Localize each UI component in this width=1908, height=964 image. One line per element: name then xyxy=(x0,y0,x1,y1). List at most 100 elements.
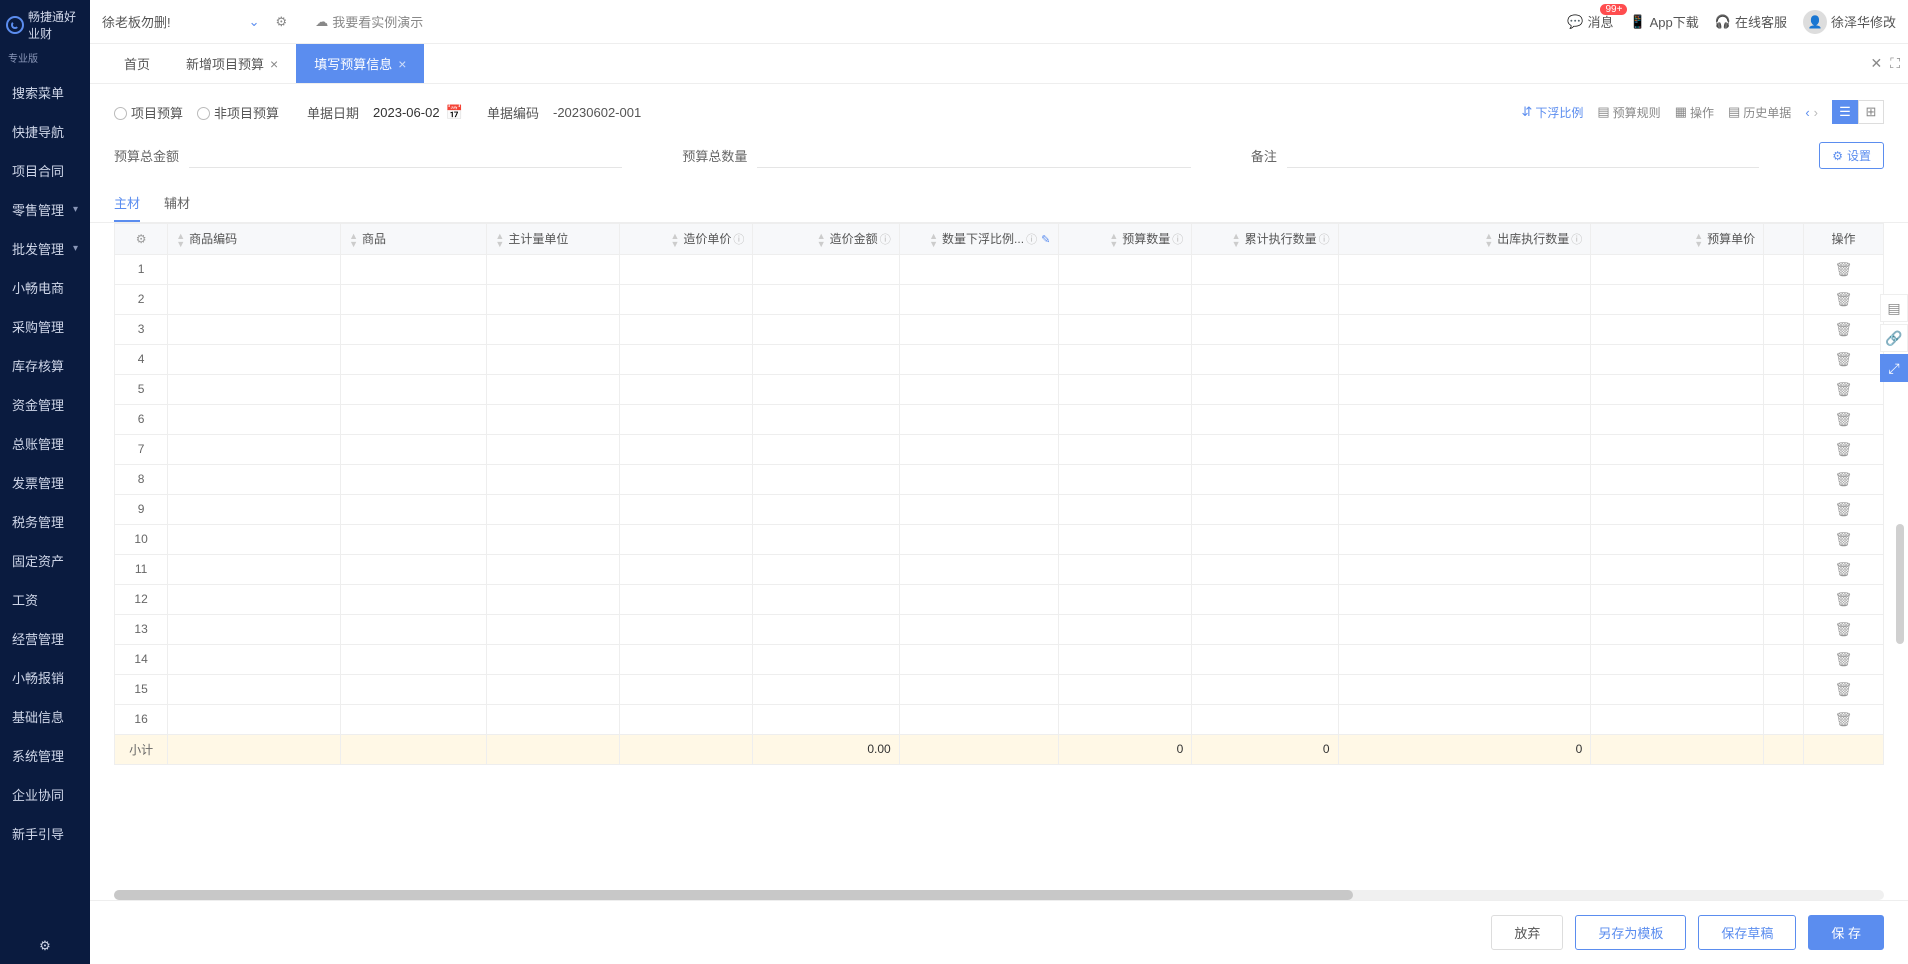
side-tool-expand-icon[interactable]: ⤢ xyxy=(1880,354,1908,382)
app-download-link[interactable]: 📱 App下载 xyxy=(1629,12,1698,31)
horizontal-scrollbar[interactable] xyxy=(114,890,1884,900)
messages-link[interactable]: 💬 消息 99+ xyxy=(1567,12,1613,31)
table-row[interactable]: 11🗑 xyxy=(115,554,1884,584)
sidebar-item-0[interactable]: 搜索菜单 xyxy=(0,73,90,112)
sidebar-item-4[interactable]: 批发管理▾ xyxy=(0,229,90,268)
total-qty-input[interactable] xyxy=(757,144,1190,168)
budget-rule-button[interactable]: ▤预算规则 xyxy=(1597,104,1660,121)
sidebar-item-18[interactable]: 企业协同 xyxy=(0,775,90,814)
column-settings-icon[interactable]: ⚙ xyxy=(115,224,168,255)
operate-button[interactable]: ▦操作 xyxy=(1675,104,1714,121)
sidebar-item-15[interactable]: 小畅报销 xyxy=(0,658,90,697)
prev-page-icon[interactable]: ‹ xyxy=(1805,105,1809,120)
delete-icon[interactable]: 🗑 xyxy=(1835,411,1853,427)
col-product[interactable]: ▲▼商品 xyxy=(341,224,487,255)
table-row[interactable]: 1🗑 xyxy=(115,254,1884,284)
sidebar-item-12[interactable]: 固定资产 xyxy=(0,541,90,580)
col-out_qty[interactable]: ▲▼出库执行数量ⓘ xyxy=(1338,224,1591,255)
col-blank[interactable] xyxy=(1764,224,1804,255)
close-icon[interactable]: × xyxy=(398,56,406,72)
sidebar-item-13[interactable]: 工资 xyxy=(0,580,90,619)
total-amount-input[interactable] xyxy=(189,144,622,168)
view-list-button[interactable]: ☰ xyxy=(1832,100,1858,124)
table-row[interactable]: 3🗑 xyxy=(115,314,1884,344)
delete-icon[interactable]: 🗑 xyxy=(1835,561,1853,577)
vertical-scrollbar[interactable] xyxy=(1896,524,1904,644)
sidebar-item-5[interactable]: 小畅电商 xyxy=(0,268,90,307)
sidebar-item-8[interactable]: 资金管理 xyxy=(0,385,90,424)
side-tool-link-icon[interactable]: 🔗 xyxy=(1880,324,1908,352)
fullscreen-icon[interactable]: ⛶ xyxy=(1890,55,1900,72)
bill-date-picker[interactable]: 2023-06-02 📅 xyxy=(373,104,463,121)
org-selector[interactable]: 徐老板勿删! xyxy=(102,12,171,31)
sidebar-item-10[interactable]: 发票管理 xyxy=(0,463,90,502)
float-ratio-button[interactable]: ⇵下浮比例 xyxy=(1521,104,1583,121)
table-row[interactable]: 8🗑 xyxy=(115,464,1884,494)
save-template-button[interactable]: 另存为模板 xyxy=(1575,915,1686,950)
col-float[interactable]: ▲▼数量下浮比例...ⓘ✎ xyxy=(899,224,1059,255)
sidebar-item-2[interactable]: 项目合同 xyxy=(0,151,90,190)
sidebar-item-17[interactable]: 系统管理 xyxy=(0,736,90,775)
table-row[interactable]: 12🗑 xyxy=(115,584,1884,614)
delete-icon[interactable]: 🗑 xyxy=(1835,441,1853,457)
delete-icon[interactable]: 🗑 xyxy=(1835,351,1853,367)
delete-icon[interactable]: 🗑 xyxy=(1835,681,1853,697)
sidebar-item-9[interactable]: 总账管理 xyxy=(0,424,90,463)
table-row[interactable]: 6🗑 xyxy=(115,404,1884,434)
tab-0[interactable]: 首页 xyxy=(106,44,168,83)
table-row[interactable]: 10🗑 xyxy=(115,524,1884,554)
col-unit[interactable]: ▲▼主计量单位 xyxy=(487,224,620,255)
col-amount[interactable]: ▲▼造价金额ⓘ xyxy=(753,224,899,255)
table-row[interactable]: 14🗑 xyxy=(115,644,1884,674)
settings-button[interactable]: ⚙ 设置 xyxy=(1819,142,1884,169)
sidebar-item-1[interactable]: 快捷导航 xyxy=(0,112,90,151)
user-menu[interactable]: 👤 徐泽华修改 xyxy=(1803,10,1896,34)
sidebar-item-14[interactable]: 经营管理 xyxy=(0,619,90,658)
table-row[interactable]: 4🗑 xyxy=(115,344,1884,374)
tab-1[interactable]: 新增项目预算× xyxy=(168,44,296,83)
table-row[interactable]: 2🗑 xyxy=(115,284,1884,314)
save-draft-button[interactable]: 保存草稿 xyxy=(1698,915,1796,950)
close-all-icon[interactable]: ✕ xyxy=(1870,55,1882,72)
subtab-0[interactable]: 主材 xyxy=(114,185,140,222)
side-tool-note-icon[interactable]: ▤ xyxy=(1880,294,1908,322)
sidebar-item-6[interactable]: 采购管理 xyxy=(0,307,90,346)
sidebar-item-3[interactable]: 零售管理▾ xyxy=(0,190,90,229)
sidebar-item-7[interactable]: 库存核算 xyxy=(0,346,90,385)
delete-icon[interactable]: 🗑 xyxy=(1835,291,1853,307)
delete-icon[interactable]: 🗑 xyxy=(1835,651,1853,667)
radio-project-budget[interactable]: 项目预算 xyxy=(114,103,183,122)
view-card-button[interactable]: ⊞ xyxy=(1858,100,1884,124)
delete-icon[interactable]: 🗑 xyxy=(1835,711,1853,727)
col-code[interactable]: ▲▼商品编码 xyxy=(168,224,341,255)
discard-button[interactable]: 放弃 xyxy=(1491,915,1563,950)
col-price[interactable]: ▲▼造价单价ⓘ xyxy=(620,224,753,255)
sidebar-item-19[interactable]: 新手引导 xyxy=(0,814,90,853)
col-exec_qty[interactable]: ▲▼累计执行数量ⓘ xyxy=(1192,224,1338,255)
delete-icon[interactable]: 🗑 xyxy=(1835,621,1853,637)
support-link[interactable]: 🎧 在线客服 xyxy=(1715,12,1787,31)
radio-non-project-budget[interactable]: 非项目预算 xyxy=(197,103,279,122)
delete-icon[interactable]: 🗑 xyxy=(1835,381,1853,397)
table-row[interactable]: 5🗑 xyxy=(115,374,1884,404)
remark-input[interactable] xyxy=(1287,144,1759,168)
sidebar-item-16[interactable]: 基础信息 xyxy=(0,697,90,736)
delete-icon[interactable]: 🗑 xyxy=(1835,591,1853,607)
delete-icon[interactable]: 🗑 xyxy=(1835,501,1853,517)
delete-icon[interactable]: 🗑 xyxy=(1835,321,1853,337)
tab-2[interactable]: 填写预算信息× xyxy=(296,44,424,83)
close-icon[interactable]: × xyxy=(270,56,278,72)
table-row[interactable]: 16🗑 xyxy=(115,704,1884,734)
history-button[interactable]: ▤历史单据 xyxy=(1728,104,1791,121)
gear-icon[interactable]: ⚙ xyxy=(276,14,288,30)
table-row[interactable]: 15🗑 xyxy=(115,674,1884,704)
sidebar-settings[interactable]: ⚙ xyxy=(0,928,90,964)
subtab-1[interactable]: 辅材 xyxy=(164,185,190,222)
table-row[interactable]: 9🗑 xyxy=(115,494,1884,524)
edit-icon[interactable]: ✎ xyxy=(1041,234,1050,246)
save-button[interactable]: 保 存 xyxy=(1808,915,1884,950)
col-budget_qty[interactable]: ▲▼预算数量ⓘ xyxy=(1059,224,1192,255)
sidebar-item-11[interactable]: 税务管理 xyxy=(0,502,90,541)
col-op[interactable]: 操作 xyxy=(1804,224,1884,255)
next-page-icon[interactable]: › xyxy=(1814,105,1818,120)
